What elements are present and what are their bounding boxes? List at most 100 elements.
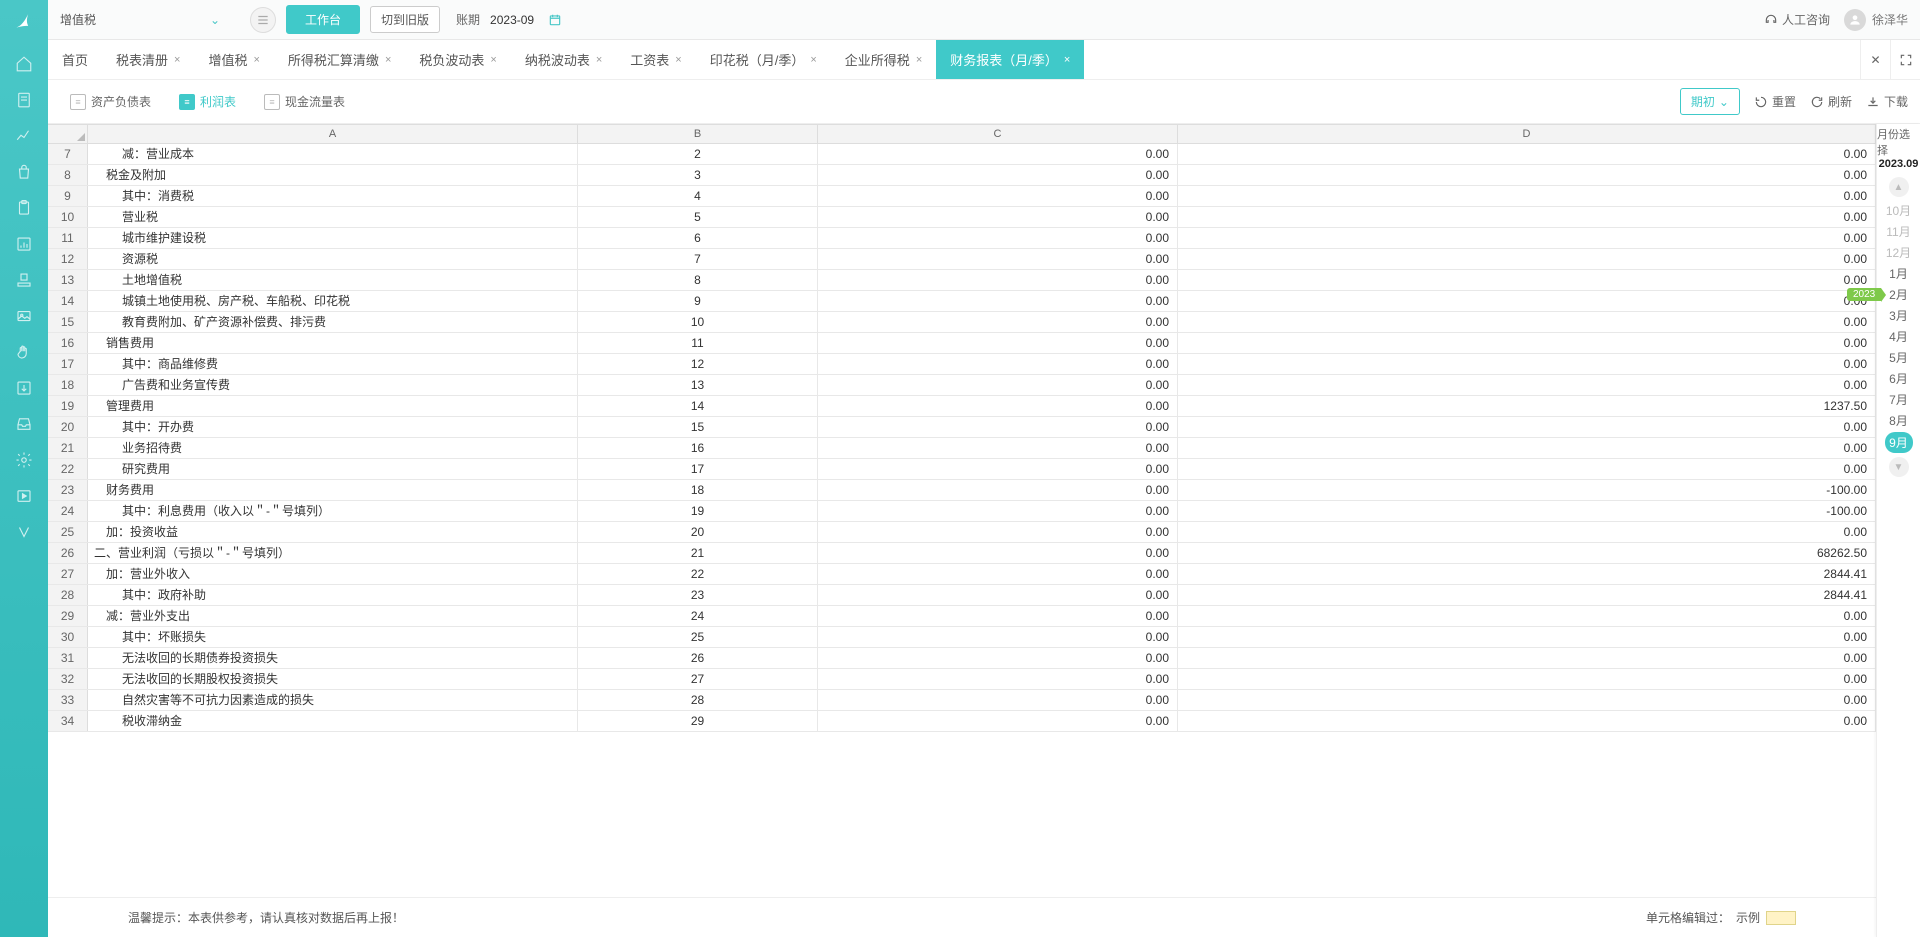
row-number[interactable]: 17 xyxy=(48,354,88,374)
row-number[interactable]: 13 xyxy=(48,270,88,290)
cell-d[interactable]: 1237.50 xyxy=(1178,396,1876,416)
cell-d[interactable]: 0.00 xyxy=(1178,648,1876,668)
cell-d[interactable]: -100.00 xyxy=(1178,501,1876,521)
cell-c[interactable]: 0.00 xyxy=(818,249,1178,269)
cell-c[interactable]: 0.00 xyxy=(818,375,1178,395)
row-number[interactable]: 26 xyxy=(48,543,88,563)
period-start-dropdown[interactable]: 期初 ⌄ xyxy=(1680,88,1740,115)
cell-d[interactable]: 0.00 xyxy=(1178,711,1876,731)
tab-6[interactable]: 工资表× xyxy=(616,40,695,79)
close-all-button[interactable]: ✕ xyxy=(1860,40,1890,80)
tab-5[interactable]: 纳税波动表× xyxy=(511,40,616,79)
cell-a[interactable]: 研究费用 xyxy=(88,459,578,479)
cell-d[interactable]: 2844.41 xyxy=(1178,585,1876,605)
table-row[interactable]: 30其中：坏账损失250.000.00 xyxy=(48,627,1876,648)
cell-d[interactable]: 0.00 xyxy=(1178,669,1876,689)
cell-a[interactable]: 销售费用 xyxy=(88,333,578,353)
month-option[interactable]: 9月 xyxy=(1885,432,1913,453)
table-row[interactable]: 14城镇土地使用税、房产税、车船税、印花税90.000.00 xyxy=(48,291,1876,312)
cell-a[interactable]: 其中：开办费 xyxy=(88,417,578,437)
row-number[interactable]: 19 xyxy=(48,396,88,416)
cell-a[interactable]: 城市维护建设税 xyxy=(88,228,578,248)
row-number[interactable]: 31 xyxy=(48,648,88,668)
cell-a[interactable]: 广告费和业务宣传费 xyxy=(88,375,578,395)
cell-a[interactable]: 其中：坏账损失 xyxy=(88,627,578,647)
cell-b[interactable]: 21 xyxy=(578,543,818,563)
table-row[interactable]: 34税收滞纳金290.000.00 xyxy=(48,711,1876,732)
cell-a[interactable]: 其中：利息费用（收入以＂-＂号填列） xyxy=(88,501,578,521)
close-icon[interactable]: × xyxy=(596,54,602,66)
cell-b[interactable]: 19 xyxy=(578,501,818,521)
company-dropdown[interactable]: 增值税 ⌄ xyxy=(60,11,240,28)
cell-c[interactable]: 0.00 xyxy=(818,585,1178,605)
row-number[interactable]: 18 xyxy=(48,375,88,395)
row-number[interactable]: 34 xyxy=(48,711,88,731)
cell-c[interactable]: 0.00 xyxy=(818,480,1178,500)
table-row[interactable]: 22研究费用170.000.00 xyxy=(48,459,1876,480)
cell-c[interactable]: 0.00 xyxy=(818,627,1178,647)
table-row[interactable]: 24其中：利息费用（收入以＂-＂号填列）190.00-100.00 xyxy=(48,501,1876,522)
cell-b[interactable]: 29 xyxy=(578,711,818,731)
switch-old-button[interactable]: 切到旧版 xyxy=(370,6,440,33)
month-option[interactable]: 1月 xyxy=(1885,263,1913,284)
table-row[interactable]: 26二、营业利润（亏损以＂-＂号填列）210.0068262.50 xyxy=(48,543,1876,564)
cell-c[interactable]: 0.00 xyxy=(818,312,1178,332)
table-row[interactable]: 29减：营业外支出240.000.00 xyxy=(48,606,1876,627)
cell-c[interactable]: 0.00 xyxy=(818,690,1178,710)
cell-b[interactable]: 12 xyxy=(578,354,818,374)
nav-hand-icon[interactable] xyxy=(0,334,48,370)
nav-play-icon[interactable] xyxy=(0,478,48,514)
cell-c[interactable]: 0.00 xyxy=(818,459,1178,479)
table-row[interactable]: 32无法收回的长期股权投资损失270.000.00 xyxy=(48,669,1876,690)
cell-b[interactable]: 20 xyxy=(578,522,818,542)
nav-home-icon[interactable] xyxy=(0,46,48,82)
month-option[interactable]: 3月 xyxy=(1885,305,1913,326)
cell-d[interactable]: 0.00 xyxy=(1178,375,1876,395)
cell-c[interactable]: 0.00 xyxy=(818,501,1178,521)
cell-d[interactable]: 0.00 xyxy=(1178,459,1876,479)
cell-b[interactable]: 6 xyxy=(578,228,818,248)
cell-d[interactable]: 68262.50 xyxy=(1178,543,1876,563)
cell-c[interactable]: 0.00 xyxy=(818,564,1178,584)
reset-button[interactable]: 重置 xyxy=(1754,93,1796,110)
cell-a[interactable]: 教育费附加、矿产资源补偿费、排污费 xyxy=(88,312,578,332)
tab-0[interactable]: 首页 xyxy=(48,40,102,79)
list-button[interactable] xyxy=(250,7,276,33)
cell-b[interactable]: 7 xyxy=(578,249,818,269)
cell-c[interactable]: 0.00 xyxy=(818,648,1178,668)
refresh-button[interactable]: 刷新 xyxy=(1810,93,1852,110)
close-icon[interactable]: × xyxy=(810,54,816,66)
table-row[interactable]: 18广告费和业务宣传费130.000.00 xyxy=(48,375,1876,396)
table-row[interactable]: 11城市维护建设税60.000.00 xyxy=(48,228,1876,249)
cell-d[interactable]: 0.00 xyxy=(1178,207,1876,227)
cell-b[interactable]: 9 xyxy=(578,291,818,311)
cell-b[interactable]: 17 xyxy=(578,459,818,479)
row-number[interactable]: 33 xyxy=(48,690,88,710)
close-icon[interactable]: × xyxy=(385,54,391,66)
cell-c[interactable]: 0.00 xyxy=(818,291,1178,311)
cell-b[interactable]: 26 xyxy=(578,648,818,668)
tab-3[interactable]: 所得税汇算清缴× xyxy=(274,40,405,79)
tab-2[interactable]: 增值税× xyxy=(194,40,273,79)
cell-b[interactable]: 28 xyxy=(578,690,818,710)
month-option[interactable]: 5月 xyxy=(1885,347,1913,368)
cell-c[interactable]: 0.00 xyxy=(818,606,1178,626)
calendar-icon[interactable] xyxy=(548,12,562,27)
col-header-d[interactable]: D xyxy=(1178,125,1876,143)
cell-a[interactable]: 减：营业成本 xyxy=(88,144,578,164)
cell-a[interactable]: 加：营业外收入 xyxy=(88,564,578,584)
table-row[interactable]: 10营业税50.000.00 xyxy=(48,207,1876,228)
workbench-button[interactable]: 工作台 xyxy=(286,5,360,34)
user-menu[interactable]: 徐泽华 xyxy=(1844,9,1908,31)
cell-b[interactable]: 10 xyxy=(578,312,818,332)
cell-d[interactable]: 0.00 xyxy=(1178,354,1876,374)
nav-doc-icon[interactable] xyxy=(0,82,48,118)
tab-9[interactable]: 财务报表（月/季）× xyxy=(936,40,1084,79)
close-icon[interactable]: × xyxy=(490,54,496,66)
cell-c[interactable]: 0.00 xyxy=(818,417,1178,437)
nav-inbox-icon[interactable] xyxy=(0,406,48,442)
table-row[interactable]: 9其中：消费税40.000.00 xyxy=(48,186,1876,207)
cell-d[interactable]: -100.00 xyxy=(1178,480,1876,500)
table-row[interactable]: 31无法收回的长期债券投资损失260.000.00 xyxy=(48,648,1876,669)
subtab-cash-flow[interactable]: ≡ 现金流量表 xyxy=(254,87,355,116)
